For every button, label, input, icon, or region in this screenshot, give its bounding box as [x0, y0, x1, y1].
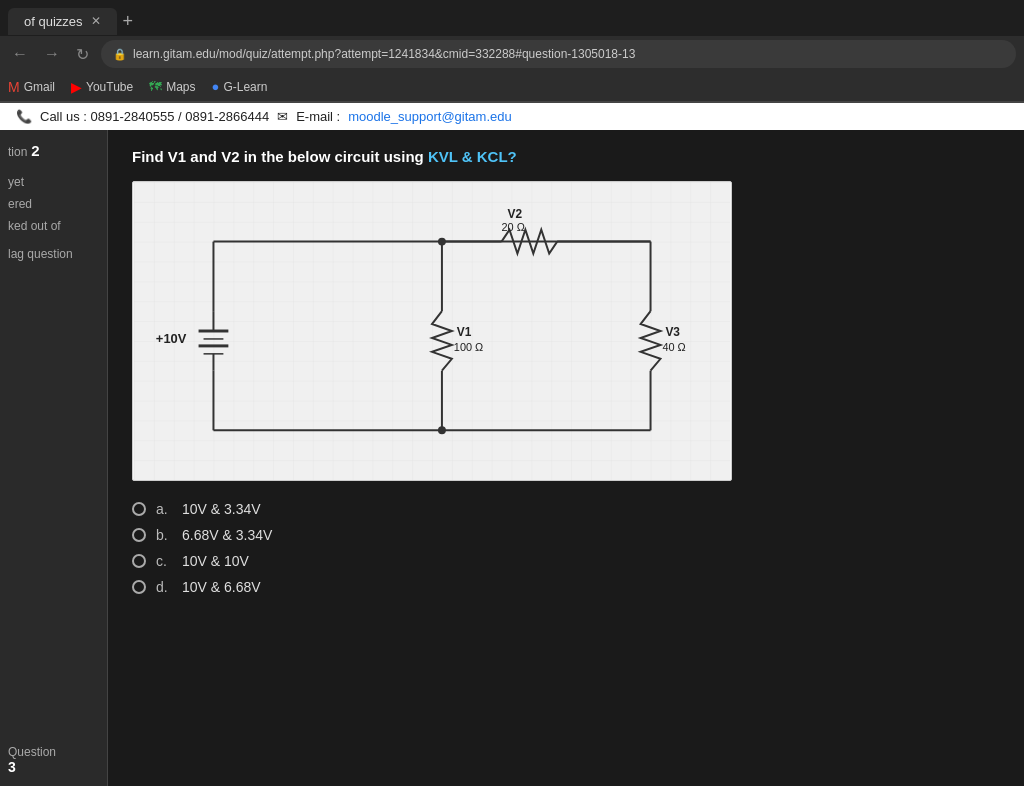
bookmark-maps[interactable]: 🗺 Maps	[149, 79, 195, 94]
glearn-icon: ●	[212, 79, 220, 94]
contact-bar: 📞 Call us : 0891-2840555 / 0891-2866444 …	[0, 103, 1024, 130]
option-c-text: 10V & 10V	[182, 553, 249, 569]
lock-icon: 🔒	[113, 48, 127, 61]
mail-icon: ✉	[277, 109, 288, 124]
svg-text:20 Ω: 20 Ω	[502, 221, 525, 233]
sidebar-flag[interactable]: lag question	[8, 247, 99, 261]
radio-a[interactable]	[132, 502, 146, 516]
tab-bar: of quizzes ✕ +	[0, 0, 1024, 36]
email-label: E-mail :	[296, 109, 340, 124]
option-d-text: 10V & 6.68V	[182, 579, 261, 595]
bookmarks-bar: M Gmail ▶ YouTube 🗺 Maps ● G-Learn	[0, 72, 1024, 102]
bookmark-glearn[interactable]: ● G-Learn	[212, 79, 268, 94]
question-text: Find V1 and V2 in the below circuit usin…	[132, 146, 1000, 167]
option-b[interactable]: b. 6.68V & 3.34V	[132, 527, 1000, 543]
radio-b[interactable]	[132, 528, 146, 542]
main-layout: tion 2 yet ered ked out of lag question …	[0, 130, 1024, 786]
radio-d[interactable]	[132, 580, 146, 594]
refresh-button[interactable]: ↻	[72, 43, 93, 66]
svg-text:V1: V1	[457, 325, 472, 339]
phone-text: Call us : 0891-2840555 / 0891-2866444	[40, 109, 269, 124]
option-a[interactable]: a. 10V & 3.34V	[132, 501, 1000, 517]
sidebar-status-answered: ered	[8, 195, 99, 213]
svg-text:40 Ω: 40 Ω	[662, 341, 685, 353]
circuit-diagram: +10V V1 100 Ω V2 20 Ω	[132, 181, 732, 481]
tab-title: of quizzes	[24, 14, 83, 29]
address-bar-row: ← → ↻ 🔒 learn.gitam.edu/mod/quiz/attempt…	[0, 36, 1024, 72]
option-c-letter: c.	[156, 553, 172, 569]
phone-icon: 📞	[16, 109, 32, 124]
option-d-letter: d.	[156, 579, 172, 595]
browser-chrome: of quizzes ✕ + ← → ↻ 🔒 learn.gitam.edu/m…	[0, 0, 1024, 103]
question-area: Find V1 and V2 in the below circuit usin…	[108, 130, 1024, 786]
svg-text:+10V: +10V	[156, 331, 187, 346]
page-content: 📞 Call us : 0891-2840555 / 0891-2866444 …	[0, 103, 1024, 786]
svg-text:100 Ω: 100 Ω	[454, 341, 483, 353]
radio-c[interactable]	[132, 554, 146, 568]
new-tab-icon[interactable]: +	[123, 11, 134, 32]
gmail-icon: M	[8, 79, 20, 95]
sidebar-status-marked: ked out of	[8, 217, 99, 235]
close-tab-icon[interactable]: ✕	[91, 14, 101, 28]
sidebar-question-num: 2	[31, 142, 39, 159]
forward-button[interactable]: →	[40, 43, 64, 65]
svg-text:V2: V2	[507, 207, 522, 221]
question-prefix: Find V1 and V2 in the below circuit usin…	[132, 148, 428, 165]
svg-point-25	[438, 238, 446, 246]
bookmark-gmail[interactable]: M Gmail	[8, 79, 55, 95]
email-link[interactable]: moodle_support@gitam.edu	[348, 109, 512, 124]
question-3-prefix: Question	[8, 745, 99, 759]
url-text: learn.gitam.edu/mod/quiz/attempt.php?att…	[133, 47, 635, 61]
maps-label: Maps	[166, 80, 195, 94]
sidebar-question-prefix: tion	[8, 145, 27, 159]
gmail-label: Gmail	[24, 80, 55, 94]
option-b-text: 6.68V & 3.34V	[182, 527, 272, 543]
sidebar-question-3: 3	[8, 759, 99, 775]
youtube-icon: ▶	[71, 79, 82, 95]
svg-text:V3: V3	[665, 325, 680, 339]
option-a-text: 10V & 3.34V	[182, 501, 261, 517]
maps-icon: 🗺	[149, 79, 162, 94]
sidebar: tion 2 yet ered ked out of lag question …	[0, 130, 108, 786]
option-d[interactable]: d. 10V & 6.68V	[132, 579, 1000, 595]
option-b-letter: b.	[156, 527, 172, 543]
glearn-label: G-Learn	[223, 80, 267, 94]
option-a-letter: a.	[156, 501, 172, 517]
bookmark-youtube[interactable]: ▶ YouTube	[71, 79, 133, 95]
circuit-svg: +10V V1 100 Ω V2 20 Ω	[133, 182, 731, 480]
active-tab[interactable]: of quizzes ✕	[8, 8, 117, 35]
question-highlight: KVL & KCL?	[428, 148, 517, 165]
youtube-label: YouTube	[86, 80, 133, 94]
option-c[interactable]: c. 10V & 10V	[132, 553, 1000, 569]
svg-point-26	[438, 426, 446, 434]
sidebar-status-yet: yet	[8, 173, 99, 191]
address-bar[interactable]: 🔒 learn.gitam.edu/mod/quiz/attempt.php?a…	[101, 40, 1016, 68]
options-list: a. 10V & 3.34V b. 6.68V & 3.34V c. 10V &…	[132, 501, 1000, 595]
back-button[interactable]: ←	[8, 43, 32, 65]
